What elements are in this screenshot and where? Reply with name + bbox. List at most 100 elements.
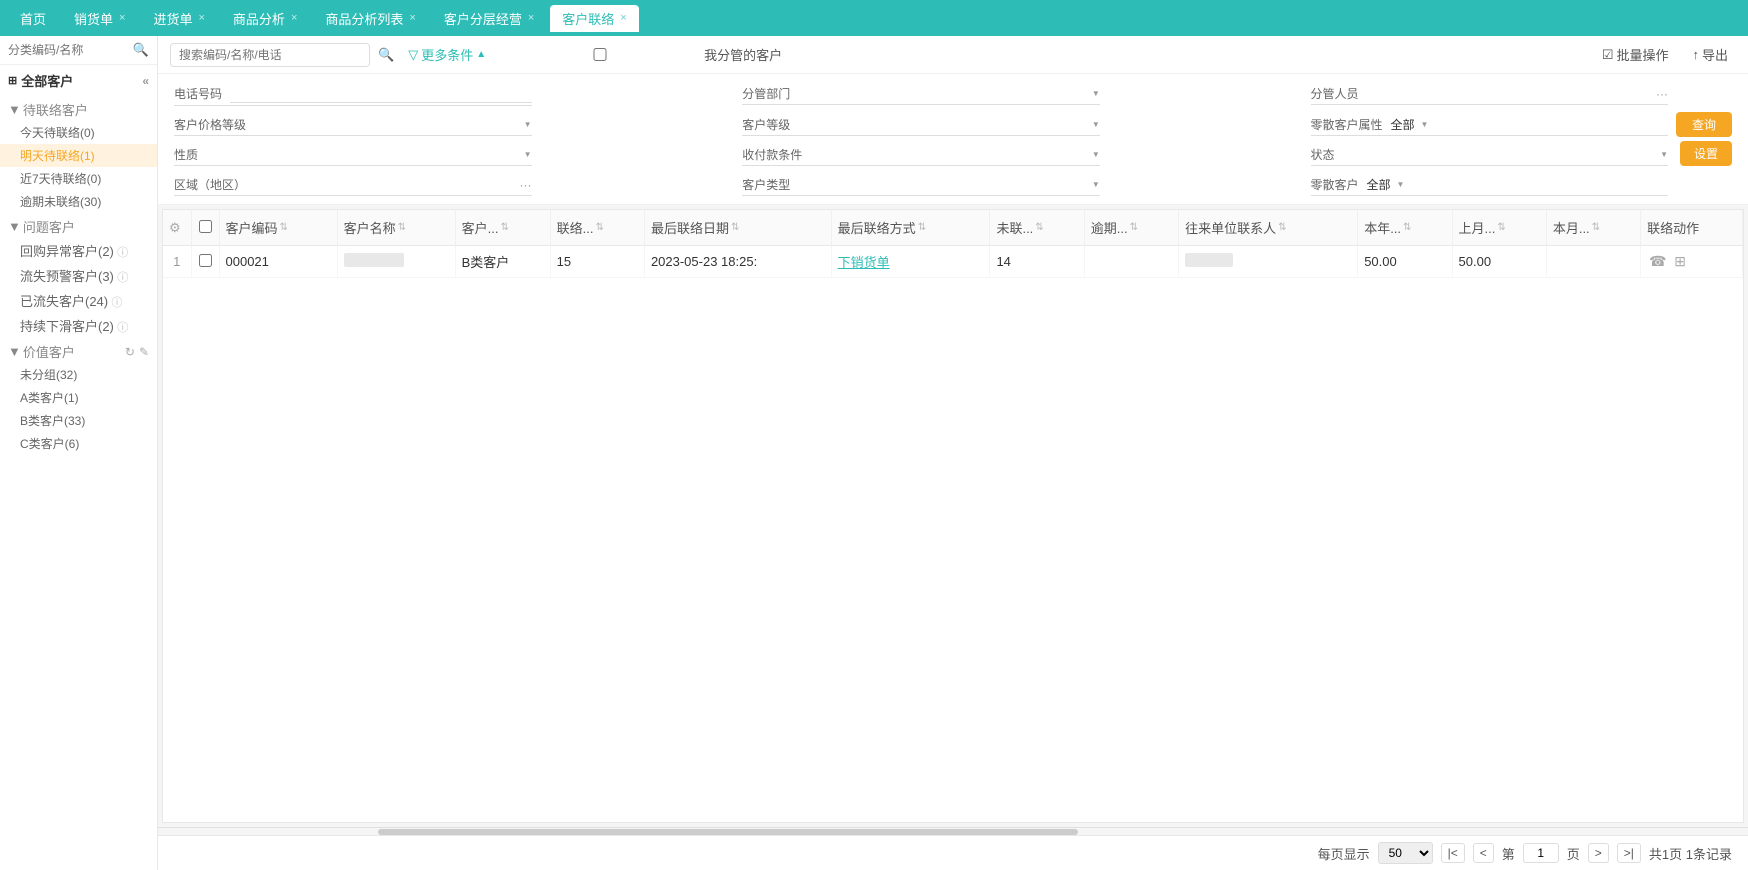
search-icon[interactable]: 🔍 <box>378 47 394 63</box>
prev-page-btn[interactable]: < <box>1473 843 1494 863</box>
row-checkbox[interactable] <box>199 254 212 267</box>
th-checkbox[interactable] <box>191 210 219 246</box>
sidebar-item-class-b[interactable]: B类客户(33) <box>0 409 157 432</box>
per-page-select[interactable]: 50 20 100 <box>1378 842 1433 864</box>
sidebar: 🔍 ⊞ 全部客户 « ▼ 待联络客户 今天待联络(0) 明天待联络(1) 近7天… <box>0 36 158 870</box>
content-area: 🔍 ▽ 更多条件 ▲ 我分管的客户 ☑ 批量操作 ↑ 导出 <box>158 36 1748 870</box>
sidebar-item-class-c[interactable]: C类客户(6) <box>0 432 157 455</box>
scroll-thumb[interactable] <box>378 829 1078 835</box>
th-last-date[interactable]: 最后联络日期 ⇅ <box>644 210 831 246</box>
close-icon[interactable]: × <box>620 12 626 24</box>
help-icon: ⓘ <box>117 272 128 284</box>
refresh-icon[interactable]: ↻ <box>125 345 135 359</box>
manager-more-icon[interactable]: ··· <box>1656 87 1668 101</box>
th-customer-code[interactable]: 客户编码 ⇅ <box>219 210 337 246</box>
th-customer-type[interactable]: 客户... ⇅ <box>455 210 550 246</box>
sidebar-search-bar: 🔍 <box>0 36 157 65</box>
sort-icon: ⇅ <box>280 222 288 233</box>
th-customer-name[interactable]: 客户名称 ⇅ <box>337 210 455 246</box>
batch-op-btn[interactable]: ☑ 批量操作 <box>1594 42 1677 67</box>
sidebar-search-icon[interactable]: 🔍 <box>133 42 149 58</box>
close-icon[interactable]: × <box>409 12 415 24</box>
collapse-icon[interactable]: « <box>142 74 149 88</box>
next-page-btn[interactable]: > <box>1588 843 1609 863</box>
settings-icon[interactable]: ⚙ <box>169 220 181 235</box>
th-last-way[interactable]: 最后联络方式 ⇅ <box>831 210 990 246</box>
my-customers-checkbox[interactable] <box>500 48 700 61</box>
customer-code-cell: 000021 <box>219 246 337 278</box>
phone-input[interactable] <box>230 84 531 103</box>
main-layout: 🔍 ⊞ 全部客户 « ▼ 待联络客户 今天待联络(0) 明天待联络(1) 近7天… <box>0 36 1748 870</box>
dept-label: 分管部门 <box>742 85 798 102</box>
sort-icon: ⇅ <box>1592 222 1600 233</box>
th-overdue[interactable]: 逾期... ⇅ <box>1084 210 1178 246</box>
first-page-btn[interactable]: |< <box>1441 843 1465 863</box>
sidebar-item-class-a[interactable]: A类客户(1) <box>0 386 157 409</box>
customer-name-cell <box>337 246 455 278</box>
th-this-year[interactable]: 本年... ⇅ <box>1358 210 1452 246</box>
close-icon[interactable]: × <box>198 12 204 24</box>
search-input[interactable] <box>170 43 370 67</box>
row-checkbox-cell[interactable] <box>191 246 219 278</box>
query-button[interactable]: 查询 <box>1676 112 1732 137</box>
sidebar-item-overdue-contact[interactable]: 逾期未联络(30) <box>0 190 157 213</box>
page-number-input[interactable] <box>1523 843 1559 863</box>
setting-button[interactable]: 设置 <box>1680 141 1732 166</box>
last-way-link[interactable]: 下销货单 <box>838 255 890 270</box>
nav-home[interactable]: 首页 <box>8 5 58 32</box>
th-gear[interactable]: ⚙ <box>163 210 191 246</box>
sort-icon: ⇅ <box>595 222 603 233</box>
sidebar-item-declining[interactable]: 持续下滑客户(2) ⓘ <box>0 313 157 338</box>
sidebar-item-churned[interactable]: 已流失客户(24) ⓘ <box>0 288 157 313</box>
th-this-month[interactable]: 本月... ⇅ <box>1546 210 1640 246</box>
th-last-month[interactable]: 上月... ⇅ <box>1452 210 1546 246</box>
contact-action-cell[interactable]: ☎ ⊞ <box>1641 246 1743 278</box>
region-more-icon[interactable]: ··· <box>520 178 532 192</box>
field-scatter-customer: 零散客户 全部 <box>1311 174 1669 196</box>
close-icon[interactable]: × <box>528 12 534 24</box>
sidebar-item-churn-warning[interactable]: 流失预警客户(3) ⓘ <box>0 263 157 288</box>
sidebar-item-abnormal-repurchase[interactable]: 回购异常客户(2) ⓘ <box>0 238 157 263</box>
more-conditions-btn[interactable]: ▽ 更多条件 ▲ <box>402 42 492 67</box>
contact-more-icon[interactable]: ⊞ <box>1672 253 1688 269</box>
payment-arrow-icon <box>1090 149 1100 160</box>
all-customers-header[interactable]: ⊞ 全部客户 « <box>0 65 157 96</box>
nav-item-customer-contact[interactable]: 客户联络 × <box>550 5 638 32</box>
export-btn[interactable]: ↑ 导出 <box>1684 42 1736 67</box>
customer-name-masked <box>344 253 404 267</box>
sidebar-item-ungroup[interactable]: 未分组(32) <box>0 363 157 386</box>
contact-call-icon[interactable]: ☎ <box>1647 253 1668 269</box>
field-manager: 分管人员 ··· <box>1311 83 1669 105</box>
th-contacts[interactable]: 联络... ⇅ <box>550 210 644 246</box>
th-not-contact[interactable]: 未联... ⇅ <box>990 210 1084 246</box>
close-icon[interactable]: × <box>291 12 297 24</box>
sidebar-item-today-contact[interactable]: 今天待联络(0) <box>0 121 157 144</box>
per-page-label: 每页显示 <box>1318 844 1370 863</box>
horizontal-scrollbar[interactable] <box>158 827 1748 835</box>
select-all-checkbox[interactable] <box>199 220 212 233</box>
table-header-row: ⚙ 客户编码 ⇅ 客户名称 <box>163 210 1743 246</box>
help-icon: ⓘ <box>117 247 128 259</box>
close-icon[interactable]: × <box>119 12 125 24</box>
help-icon: ⓘ <box>117 322 128 334</box>
not-contact-cell: 14 <box>990 246 1084 278</box>
nav-item-salesorder[interactable]: 销货单 × <box>62 5 137 32</box>
pagination: 每页显示 50 20 100 |< < 第 页 > >| 共1页 1条记录 <box>158 835 1748 870</box>
field-scatter-attr: 零散客户属性 全部 <box>1311 114 1669 136</box>
sidebar-item-tomorrow-contact[interactable]: 明天待联络(1) <box>0 144 157 167</box>
sidebar-item-week-contact[interactable]: 近7天待联络(0) <box>0 167 157 190</box>
nav-item-purchaseorder[interactable]: 进货单 × <box>141 5 216 32</box>
sidebar-search-input[interactable] <box>8 43 129 57</box>
nav-item-customer-segment[interactable]: 客户分层经营 × <box>432 5 546 32</box>
page-label: 第 <box>1502 844 1515 863</box>
edit-icon[interactable]: ✎ <box>139 345 149 359</box>
nav-item-product-analysis-list[interactable]: 商品分析列表 × <box>313 5 427 32</box>
last-page-btn[interactable]: >| <box>1617 843 1641 863</box>
last-way-cell[interactable]: 下销货单 <box>831 246 990 278</box>
my-customers-checkbox-label[interactable]: 我分管的客户 <box>500 45 782 64</box>
th-contact-person[interactable]: 往来单位联系人 ⇅ <box>1179 210 1358 246</box>
nav-item-product-analysis[interactable]: 商品分析 × <box>221 5 309 32</box>
customer-type-cell: B类客户 <box>455 246 550 278</box>
filter-action-buttons: 查询 设置 <box>1676 82 1732 196</box>
filter-icon: ▽ <box>408 47 418 63</box>
